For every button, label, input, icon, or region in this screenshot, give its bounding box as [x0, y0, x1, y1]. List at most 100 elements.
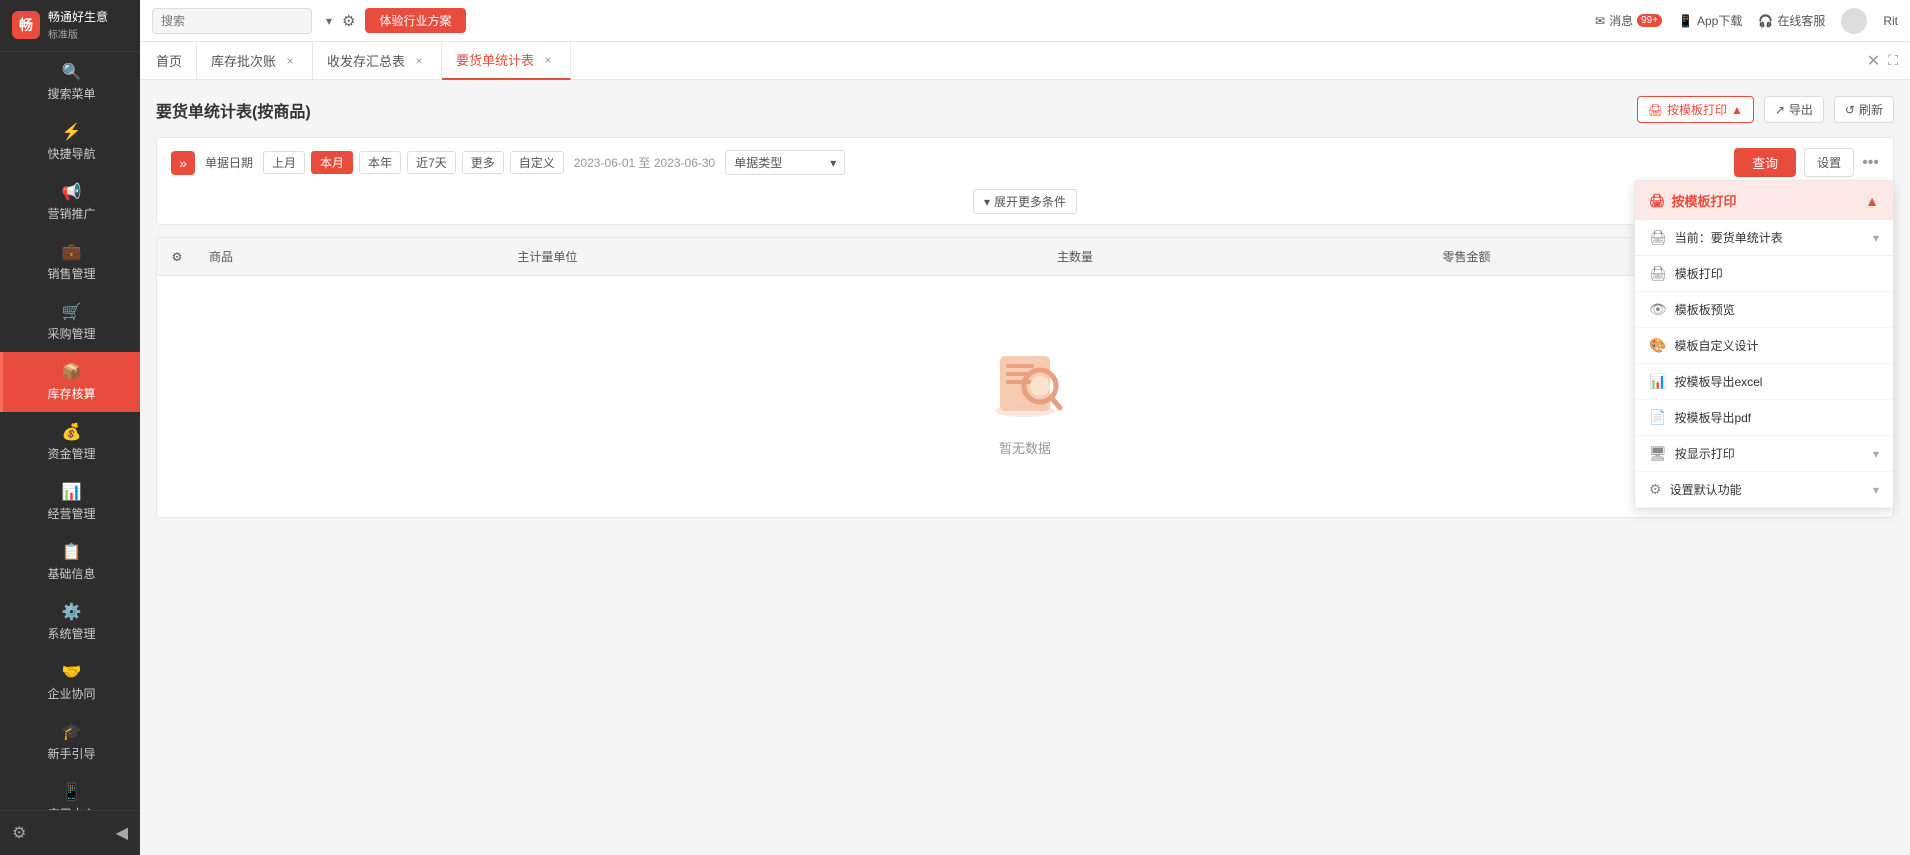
sidebar-item-appcenter[interactable]: 📱 应用中心 — [0, 772, 140, 810]
dropdown-item-set-default[interactable]: ⚙ 设置默认功能 ▾ — [1635, 472, 1893, 508]
sidebar-item-collab[interactable]: 🤝 企业协同 — [0, 652, 140, 712]
date-btn-this-year[interactable]: 本年 — [359, 151, 401, 174]
tab-summary[interactable]: 收发存汇总表 × — [313, 42, 442, 80]
template-print-button[interactable]: 🖨 按模板打印 ▲ — [1637, 96, 1754, 123]
sidebar-item-sales[interactable]: 💼 销售管理 — [0, 232, 140, 292]
doc-type-label: 单据类型 — [734, 154, 782, 171]
sidebar-item-inventory[interactable]: 📦 库存核算 — [0, 352, 140, 412]
tab-inventory-batch-label: 库存批次账 — [211, 51, 276, 70]
app-name-block: 畅通好生意 标准版 — [48, 10, 108, 41]
dropdown-default-left: ⚙ 设置默认功能 — [1649, 481, 1742, 498]
tabs-right: ✕ ⛶ — [1867, 51, 1898, 71]
export-excel-icon: 📊 — [1649, 373, 1666, 390]
query-button[interactable]: 查询 — [1734, 148, 1796, 177]
filter-toggle-button[interactable]: » — [171, 151, 195, 175]
sidebar-item-basics[interactable]: 📋 基础信息 — [0, 532, 140, 592]
doc-type-select[interactable]: 单据类型 ▾ — [725, 150, 845, 175]
tabs-maximize-icon[interactable]: ⛶ — [1888, 52, 1898, 69]
app-icon: 📱 — [1678, 14, 1693, 28]
marketing-icon: 📢 — [62, 182, 82, 202]
message-badge: 99+ — [1637, 14, 1662, 27]
sidebar-item-system[interactable]: ⚙️ 系统管理 — [0, 592, 140, 652]
table-col-unit: 主计量单位 — [505, 238, 1045, 276]
user-name: Rit — [1883, 14, 1898, 28]
table-col-settings[interactable]: ⚙ — [157, 238, 197, 276]
collab-icon: 🤝 — [62, 662, 82, 682]
message-label: 消息 — [1609, 12, 1633, 29]
dropdown-item-export-excel[interactable]: 📊 按模板导出excel — [1635, 364, 1893, 400]
tab-summary-close[interactable]: × — [411, 53, 427, 69]
dropdown-item-template-preview[interactable]: 👁 模板板预览 — [1635, 292, 1893, 328]
sidebar-item-label: 经营管理 — [47, 505, 95, 522]
dropdown-item-export-pdf[interactable]: 📄 按模板导出pdf — [1635, 400, 1893, 436]
topbar-dropdown[interactable]: ▾ — [322, 14, 332, 28]
empty-state: 暂无数据 — [157, 276, 1893, 517]
avatar[interactable] — [1841, 8, 1867, 34]
select-arrow-icon: ▾ — [830, 156, 836, 170]
tab-home[interactable]: 首页 — [152, 42, 197, 80]
empty-text: 暂无数据 — [999, 438, 1051, 457]
filter-settings-button[interactable]: 设置 — [1804, 148, 1854, 177]
tab-order-stats-close[interactable]: × — [540, 52, 556, 68]
experience-button[interactable]: 体验行业方案 — [365, 8, 465, 33]
template-print-label: 按模板打印 — [1667, 101, 1727, 118]
date-btn-7days[interactable]: 近7天 — [407, 151, 456, 174]
expand-conditions-button[interactable]: ▾ 展开更多条件 — [973, 189, 1077, 214]
online-service-button[interactable]: 🎧 在线客服 — [1758, 12, 1825, 29]
tab-inventory-batch-close[interactable]: × — [282, 53, 298, 69]
sidebar-item-label: 营销推广 — [47, 205, 95, 222]
tab-inventory-batch[interactable]: 库存批次账 × — [197, 42, 313, 80]
tab-order-stats[interactable]: 要货单统计表 × — [442, 42, 571, 80]
refresh-button[interactable]: ↺ 刷新 — [1834, 96, 1894, 123]
dropdown-current-template[interactable]: 🖨 当前：要货单统计表 ▾ — [1635, 220, 1893, 256]
search-input[interactable] — [152, 8, 312, 34]
sidebar-item-search[interactable]: 🔍 搜索菜单 — [0, 52, 140, 112]
sidebar-item-purchase[interactable]: 🛒 采购管理 — [0, 292, 140, 352]
date-btn-more[interactable]: 更多 — [462, 151, 504, 174]
dropdown-item-label: 模板板预览 — [1675, 301, 1735, 318]
sales-icon: 💼 — [62, 242, 82, 262]
app-download-button[interactable]: 📱 App下载 — [1678, 12, 1742, 29]
tabs-bar: 首页 库存批次账 × 收发存汇总表 × 要货单统计表 × ✕ ⛶ — [140, 42, 1910, 80]
settings-footer-icon[interactable]: ⚙ — [12, 823, 26, 843]
sidebar-item-label: 系统管理 — [47, 625, 95, 642]
export-button[interactable]: ↗ 导出 — [1764, 96, 1824, 123]
appcenter-icon: 📱 — [62, 782, 82, 802]
dropdown-title: 按模板打印 — [1672, 191, 1737, 210]
message-button[interactable]: ✉ 消息 99+ — [1595, 12, 1662, 29]
date-range-display: 2023-06-01 至 2023-06-30 — [574, 154, 715, 171]
sidebar-item-marketing[interactable]: 📢 营销推广 — [0, 172, 140, 232]
tab-summary-label: 收发存汇总表 — [327, 51, 405, 70]
dropdown-item-template-print[interactable]: 🖨 模板打印 — [1635, 256, 1893, 292]
sidebar-scroll: 🔍 搜索菜单 ⚡ 快捷导航 📢 营销推广 💼 销售管理 🛒 采购管理 📦 库存核… — [0, 52, 140, 810]
app-download-label: App下载 — [1697, 12, 1742, 29]
date-btn-last-month[interactable]: 上月 — [263, 151, 305, 174]
sidebar-item-finance[interactable]: 💰 资金管理 — [0, 412, 140, 472]
date-btn-custom[interactable]: 自定义 — [510, 151, 564, 174]
refresh-icon: ↺ — [1845, 103, 1855, 117]
sidebar-item-quicknav[interactable]: ⚡ 快捷导航 — [0, 112, 140, 172]
basics-icon: 📋 — [62, 542, 82, 562]
dropdown-display-left: 🖥 按显示打印 — [1649, 445, 1735, 462]
dropdown-item-display-print[interactable]: 🖥 按显示打印 ▾ — [1635, 436, 1893, 472]
page-content: 要货单统计表(按商品) 🖨 按模板打印 ▲ ↗ 导出 ↺ 刷新 — [140, 80, 1910, 855]
page-header: 要货单统计表(按商品) 🖨 按模板打印 ▲ ↗ 导出 ↺ 刷新 — [156, 96, 1894, 123]
dropdown-item-label: 模板打印 — [1675, 265, 1723, 282]
more-options-icon[interactable]: ••• — [1862, 154, 1879, 172]
date-btn-this-month[interactable]: 本月 — [311, 151, 353, 174]
sidebar-item-label: 采购管理 — [47, 325, 95, 342]
sidebar-item-newbie[interactable]: 🎓 新手引导 — [0, 712, 140, 772]
template-preview-icon: 👁 — [1649, 301, 1667, 318]
dropdown-collapse-icon[interactable]: ▲ — [1865, 193, 1879, 209]
set-default-icon: ⚙ — [1649, 481, 1662, 498]
tab-home-label: 首页 — [156, 51, 182, 70]
dropdown-item-template-design[interactable]: 🎨 模板自定义设计 — [1635, 328, 1893, 364]
collapse-icon[interactable]: ◀ — [116, 823, 128, 843]
dropdown-header-right: ▲ — [1865, 193, 1879, 209]
empty-illustration — [980, 336, 1070, 426]
sidebar-item-operation[interactable]: 📊 经营管理 — [0, 472, 140, 532]
gear-icon[interactable]: ⚙ — [342, 12, 355, 30]
page-actions: 🖨 按模板打印 ▲ ↗ 导出 ↺ 刷新 — [1637, 96, 1894, 123]
tabs-close-all-icon[interactable]: ✕ — [1867, 51, 1880, 71]
dropdown-item-label: 按模板导出excel — [1674, 373, 1762, 390]
